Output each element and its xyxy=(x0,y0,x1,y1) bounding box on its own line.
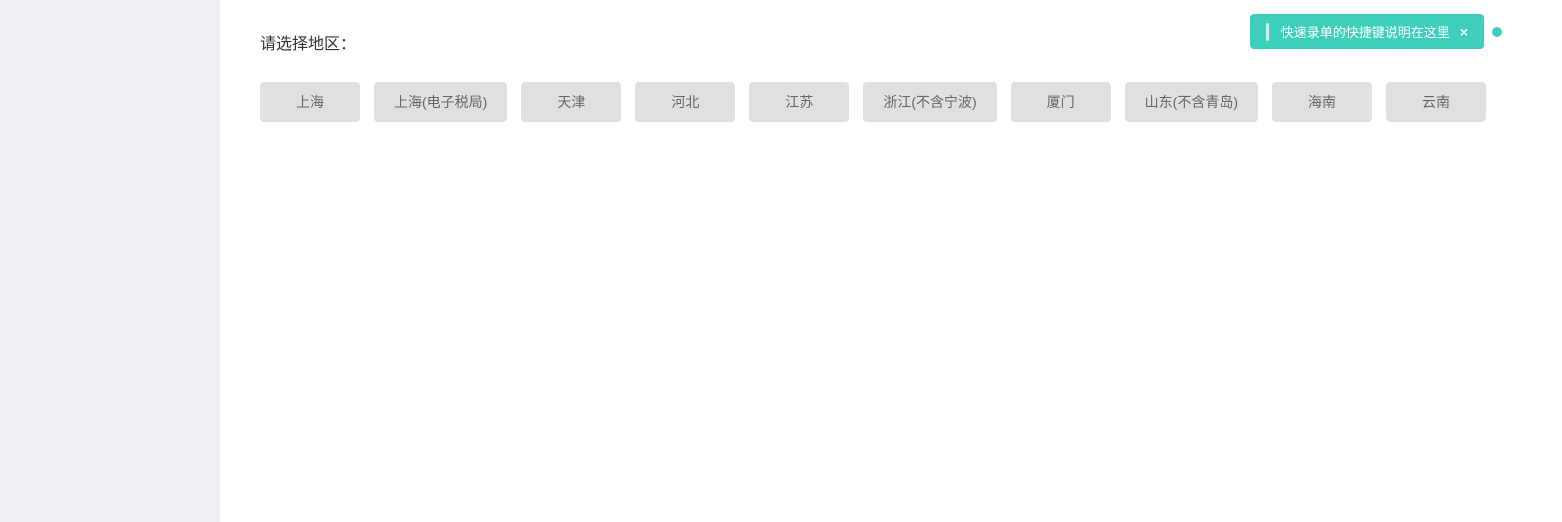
region-button-jiangsu[interactable]: 江苏 xyxy=(749,82,849,122)
tooltip-text: 快速录单的快捷键说明在这里 xyxy=(1281,22,1450,41)
region-button-xiamen[interactable]: 厦门 xyxy=(1011,82,1111,122)
sidebar xyxy=(0,0,220,522)
region-buttons: 上海上海(电子税局) 天津河北江苏浙江(不含宁波) 厦门山东(不含青岛) 海南云南 xyxy=(260,82,1522,122)
region-button-shanghai[interactable]: 上海 xyxy=(260,82,360,122)
tooltip-close-button[interactable]: × xyxy=(1460,24,1468,40)
tooltip-container: 快速录单的快捷键说明在这里 × xyxy=(1250,14,1502,49)
main-content: 请选择地区： 上海上海(电子税局)天津河北江苏浙江(不含宁波)厦门山东(不含青岛… xyxy=(220,0,1562,522)
region-button-hainan[interactable]: 海南 xyxy=(1272,82,1372,122)
tooltip-bubble: 快速录单的快捷键说明在这里 × xyxy=(1250,14,1484,49)
region-button-hebei[interactable]: 河北 xyxy=(635,82,735,122)
region-button-yunnan[interactable]: 云南 xyxy=(1386,82,1486,122)
region-button-shanghai-etax[interactable]: 上海(电子税局) xyxy=(374,82,507,122)
region-button-shandong[interactable]: 山东(不含青岛) xyxy=(1125,82,1258,122)
region-button-zhejiang[interactable]: 浙江(不含宁波) xyxy=(863,82,996,122)
region-button-tianjin[interactable]: 天津 xyxy=(521,82,621,122)
tooltip-dot xyxy=(1492,27,1502,37)
